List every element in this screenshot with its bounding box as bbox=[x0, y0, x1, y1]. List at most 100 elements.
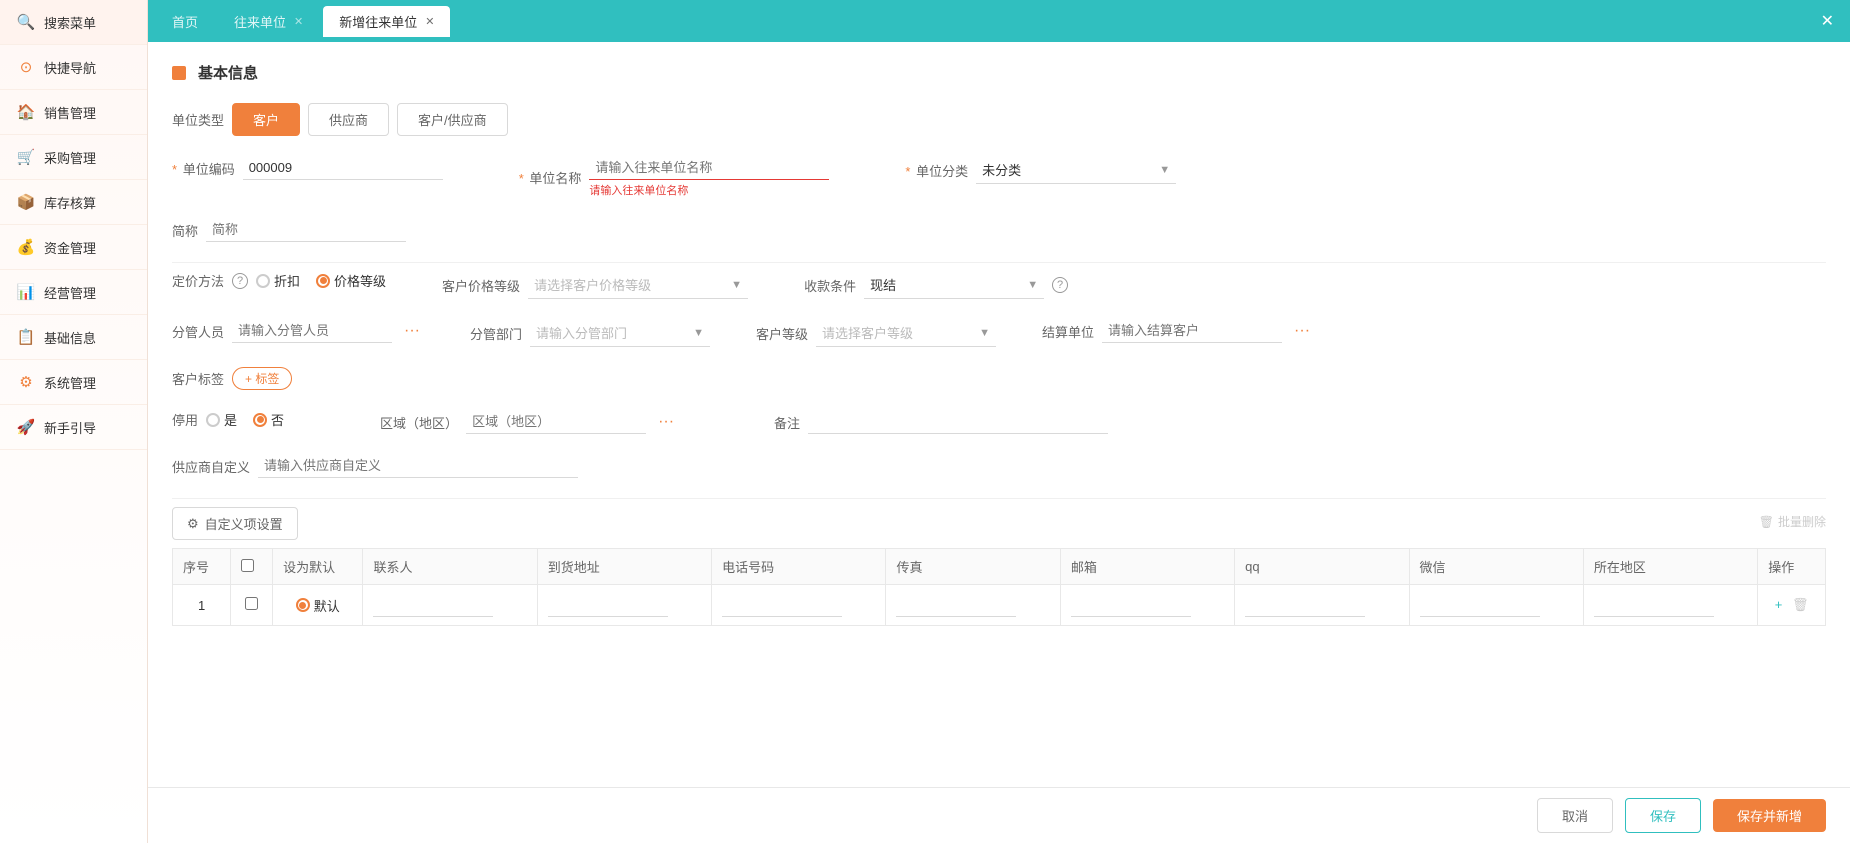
alias-input[interactable] bbox=[206, 218, 406, 242]
row-add-btn[interactable]: + bbox=[1775, 597, 1783, 612]
tab-counterparty[interactable]: 往来单位 ✕ bbox=[218, 6, 319, 37]
settlement-dots[interactable]: ··· bbox=[1290, 322, 1314, 340]
unit-type-customer[interactable]: 客户 bbox=[232, 103, 300, 136]
manager-row: 分管人员 ··· 分管部门 请输入分管部门 ▼ 客户等级 请选择客户等级 ▼ bbox=[172, 319, 1826, 347]
settlement-input[interactable] bbox=[1102, 319, 1282, 343]
row-checkbox[interactable] bbox=[245, 597, 258, 610]
qq-input[interactable] bbox=[1245, 593, 1365, 617]
region-input[interactable] bbox=[466, 410, 646, 434]
section-title: 基本信息 bbox=[198, 62, 258, 83]
disabled-region-row: 停用 是 否 区域（地区） ··· 备注 bbox=[172, 410, 1826, 434]
customer-price-label: 客户价格等级 bbox=[442, 276, 520, 295]
row-delete-btn[interactable]: 🗑 bbox=[1792, 597, 1809, 612]
code-name-category-row: * 单位编码 * 单位名称 请输入往来单位名称 * 单位分类 bbox=[172, 156, 1826, 198]
sidebar-item-finance[interactable]: 💰 资金管理 bbox=[0, 225, 147, 270]
disabled-radio-group: 是 否 bbox=[206, 410, 284, 429]
form-content: 基本信息 单位类型 客户 供应商 客户/供应商 * 单位编码 bbox=[148, 42, 1850, 787]
pricing-price-level[interactable]: 价格等级 bbox=[316, 271, 386, 290]
name-input[interactable] bbox=[589, 156, 829, 180]
name-label: * 单位名称 bbox=[519, 168, 582, 187]
sidebar-item-search[interactable]: 🔍 搜索菜单 bbox=[0, 0, 147, 45]
pricing-field: 定价方法 ? 折扣 价格等级 bbox=[172, 271, 386, 290]
row-region-input-field[interactable] bbox=[1594, 593, 1714, 617]
finance-icon: 💰 bbox=[16, 237, 36, 257]
customer-level-select[interactable]: 请选择客户等级 ▼ bbox=[816, 319, 996, 347]
pricing-label: 定价方法 bbox=[172, 271, 224, 290]
sidebar-item-sales[interactable]: 🏠 销售管理 bbox=[0, 90, 147, 135]
sidebar-item-quicknav[interactable]: ⊙ 快捷导航 bbox=[0, 45, 147, 90]
row-check bbox=[231, 585, 273, 626]
sidebar-label-search: 搜索菜单 bbox=[44, 13, 96, 32]
pricing-help-icon[interactable]: ? bbox=[232, 273, 248, 289]
disabled-no[interactable]: 否 bbox=[253, 410, 284, 429]
sidebar-item-system[interactable]: ⚙ 系统管理 bbox=[0, 360, 147, 405]
save-button[interactable]: 保存 bbox=[1625, 798, 1701, 833]
unit-type-both[interactable]: 客户/供应商 bbox=[397, 103, 508, 136]
row-default-radio[interactable]: 默认 bbox=[283, 596, 352, 615]
row-default: 默认 bbox=[273, 585, 363, 626]
phone-input[interactable] bbox=[722, 593, 842, 617]
tags-label: 客户标签 bbox=[172, 369, 224, 388]
unit-type-supplier[interactable]: 供应商 bbox=[308, 103, 389, 136]
address-input[interactable] bbox=[548, 593, 668, 617]
sidebar-item-newbie[interactable]: 🚀 新手引导 bbox=[0, 405, 147, 450]
manager-dots[interactable]: ··· bbox=[400, 322, 424, 340]
close-all-tabs[interactable]: ✕ bbox=[1813, 11, 1842, 31]
custom-settings-button[interactable]: ⚙ 自定义项设置 bbox=[172, 507, 298, 540]
category-field: * 单位分类 未分类 ▼ bbox=[905, 156, 1176, 184]
supplier-custom-input[interactable] bbox=[258, 454, 578, 478]
add-tag-button[interactable]: + 标签 bbox=[232, 367, 292, 390]
sidebar-label-purchase: 采购管理 bbox=[44, 148, 96, 167]
unit-type-field: 单位类型 客户 供应商 客户/供应商 bbox=[172, 103, 508, 136]
contact-input[interactable] bbox=[373, 593, 493, 617]
disabled-yes[interactable]: 是 bbox=[206, 410, 237, 429]
tab-new-counterparty-close[interactable]: ✕ bbox=[425, 15, 434, 28]
dept-chevron: ▼ bbox=[693, 327, 704, 339]
system-icon: ⚙ bbox=[16, 372, 36, 392]
manager-input[interactable] bbox=[232, 319, 392, 343]
dept-select[interactable]: 请输入分管部门 ▼ bbox=[530, 319, 710, 347]
sidebar-label-system: 系统管理 bbox=[44, 373, 96, 392]
sidebar-item-basic[interactable]: 📋 基础信息 bbox=[0, 315, 147, 360]
batch-delete-btn[interactable]: 🗑 批量删除 bbox=[1759, 513, 1826, 530]
pricing-discount-circle bbox=[256, 274, 270, 288]
tab-home[interactable]: 首页 bbox=[156, 6, 214, 37]
contacts-table: 序号 设为默认 联系人 到货地址 电话号码 传真 邮箱 qq 微信 所在地区 操… bbox=[172, 548, 1826, 626]
pricing-discount[interactable]: 折扣 bbox=[256, 271, 300, 290]
sidebar-label-operations: 经营管理 bbox=[44, 283, 96, 302]
alias-row: 简称 bbox=[172, 218, 1826, 242]
row-qq-input bbox=[1235, 585, 1409, 626]
col-wechat: 微信 bbox=[1409, 549, 1583, 585]
row-default-circle bbox=[296, 598, 310, 612]
tab-bar: 首页 往来单位 ✕ 新增往来单位 ✕ ✕ bbox=[148, 0, 1850, 42]
sidebar-item-operations[interactable]: 📊 经营管理 bbox=[0, 270, 147, 315]
wechat-input[interactable] bbox=[1420, 593, 1540, 617]
select-all-checkbox[interactable] bbox=[241, 559, 254, 572]
payment-field: 收款条件 现结 ▼ ? bbox=[804, 271, 1068, 299]
row-wechat-input bbox=[1409, 585, 1583, 626]
tab-new-counterparty[interactable]: 新增往来单位 ✕ bbox=[323, 6, 450, 37]
tags-row: 客户标签 + 标签 bbox=[172, 367, 1826, 390]
code-input[interactable] bbox=[243, 156, 443, 180]
customer-price-select[interactable]: 请选择客户价格等级 ▼ bbox=[528, 271, 748, 299]
email-input[interactable] bbox=[1071, 593, 1191, 617]
region-dots[interactable]: ··· bbox=[654, 413, 678, 431]
main-area: 首页 往来单位 ✕ 新增往来单位 ✕ ✕ 基本信息 单位类型 客户 供应商 客户… bbox=[148, 0, 1850, 843]
row-phone-input bbox=[712, 585, 886, 626]
payment-help-icon[interactable]: ? bbox=[1052, 277, 1068, 293]
sidebar-item-inventory[interactable]: 📦 库存核算 bbox=[0, 180, 147, 225]
save-new-button[interactable]: 保存并新增 bbox=[1713, 799, 1826, 832]
manager-field: 分管人员 ··· bbox=[172, 319, 424, 343]
cancel-button[interactable]: 取消 bbox=[1537, 798, 1613, 833]
dept-label: 分管部门 bbox=[470, 324, 522, 343]
dept-placeholder: 请输入分管部门 bbox=[536, 323, 627, 342]
category-select[interactable]: 未分类 ▼ bbox=[976, 156, 1176, 184]
sidebar-label-sales: 销售管理 bbox=[44, 103, 96, 122]
tab-counterparty-close[interactable]: ✕ bbox=[294, 15, 303, 28]
section-marker bbox=[172, 66, 186, 80]
payment-label: 收款条件 bbox=[804, 276, 856, 295]
remark-input[interactable] bbox=[808, 410, 1108, 434]
payment-select[interactable]: 现结 ▼ bbox=[864, 271, 1044, 299]
fax-input[interactable] bbox=[896, 593, 1016, 617]
sidebar-item-purchase[interactable]: 🛒 采购管理 bbox=[0, 135, 147, 180]
